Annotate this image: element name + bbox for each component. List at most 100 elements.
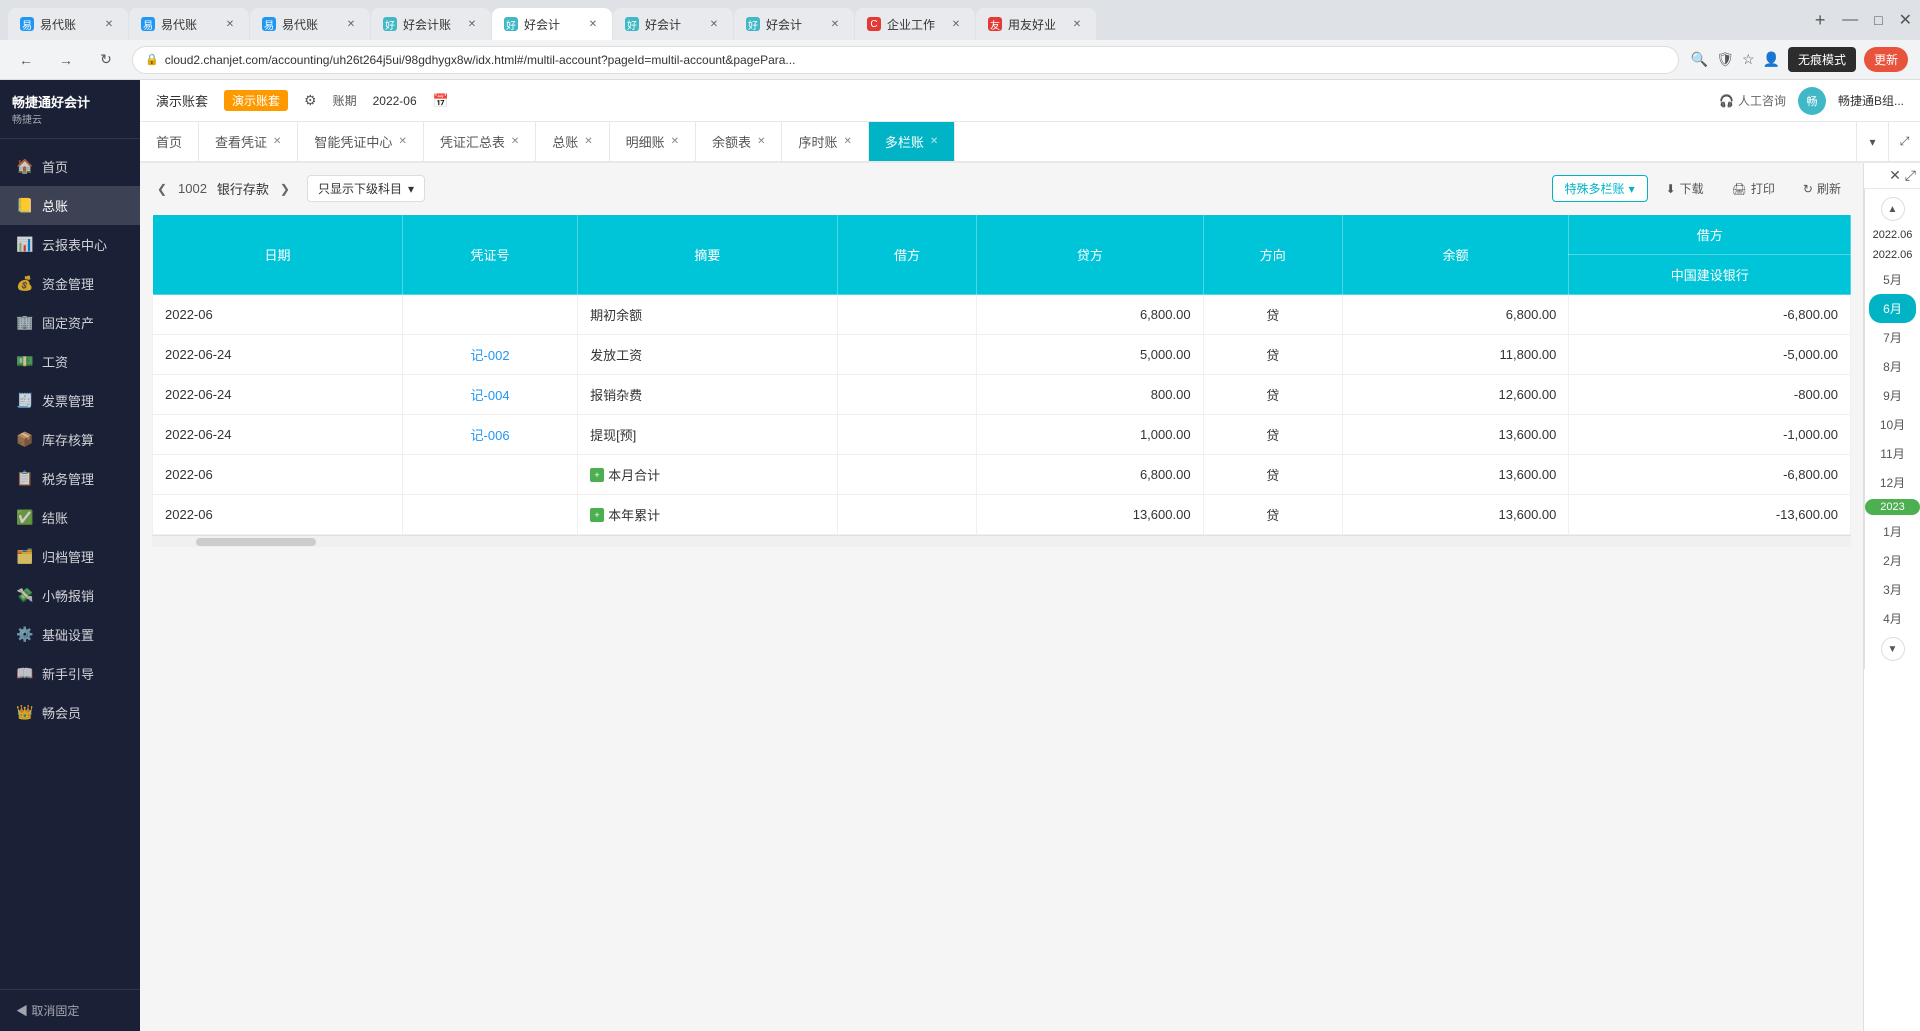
browser-tab-8[interactable]: C 企业工作 ✕ <box>855 8 975 40</box>
sidebar-item-tax[interactable]: 📋 税务管理 <box>0 459 140 498</box>
tabs-overflow-button[interactable]: ▾ <box>1856 122 1888 162</box>
nav-tab-close-smart[interactable]: ✕ <box>398 136 406 147</box>
sidebar-item-settings[interactable]: ⚙️ 基础设置 <box>0 615 140 654</box>
sidebar-item-expense[interactable]: 💸 小畅报销 <box>0 576 140 615</box>
special-multiledger-button[interactable]: 特殊多栏账 ▾ <box>1552 175 1648 202</box>
tab-close-button[interactable]: ✕ <box>223 17 237 31</box>
tab-close-button[interactable]: ✕ <box>344 17 358 31</box>
minimize-button[interactable]: — <box>1842 11 1858 29</box>
unpin-button[interactable]: ◀ 取消固定 <box>0 989 140 1031</box>
nav-tab-close-balance[interactable]: ✕ <box>757 136 765 147</box>
update-button[interactable]: 更新 <box>1864 47 1908 72</box>
browser-tab-5[interactable]: 好 好会计 ✕ <box>492 8 612 40</box>
browser-tab-1[interactable]: 易 易代账 ✕ <box>8 8 128 40</box>
sidebar-item-guide[interactable]: 📖 新手引导 <box>0 654 140 693</box>
print-button[interactable]: 🖨 打印 <box>1722 176 1785 201</box>
tab-close-button[interactable]: ✕ <box>1070 17 1084 31</box>
tab-close-button[interactable]: ✕ <box>828 17 842 31</box>
nav-tab-smart[interactable]: 智能凭证中心✕ <box>298 122 423 162</box>
period-value[interactable]: 2022-06 <box>373 94 417 108</box>
sidebar-item-home[interactable]: 🏠 首页 <box>0 147 140 186</box>
maximize-button[interactable]: □ <box>1874 12 1882 28</box>
tab-close-button[interactable]: ✕ <box>707 17 721 31</box>
download-button[interactable]: ⬇ 下载 <box>1656 176 1714 201</box>
browser-tab-6[interactable]: 好 好会计 ✕ <box>613 8 733 40</box>
nav-tab-general[interactable]: 总账✕ <box>536 122 609 162</box>
sidebar-item-vip[interactable]: 👑 畅会员 <box>0 693 140 732</box>
next-account-button[interactable]: ❯ <box>275 179 295 199</box>
nav-tab-journal[interactable]: 序时账✕ <box>782 122 868 162</box>
cell-voucher[interactable]: 记-004 <box>403 375 578 415</box>
star-icon[interactable]: ☆ <box>1742 51 1755 68</box>
sidebar-item-inventory[interactable]: 📦 库存核算 <box>0 420 140 459</box>
timeline-month-9[interactable]: 9月 <box>1865 381 1920 410</box>
timeline-month-12[interactable]: 12月 <box>1865 468 1920 497</box>
timeline-month-7[interactable]: 7月 <box>1865 323 1920 352</box>
nav-tab-multi[interactable]: 多栏账✕ <box>869 122 955 162</box>
sidebar-item-archive[interactable]: 🗂️ 归档管理 <box>0 537 140 576</box>
cell-voucher[interactable]: 记-002 <box>403 335 578 375</box>
calendar-icon[interactable]: 📅 <box>433 93 449 109</box>
forward-button[interactable]: → <box>52 46 80 74</box>
nav-tab-summary[interactable]: 凭证汇总表✕ <box>424 122 536 162</box>
consult-button[interactable]: 🎧 人工咨询 <box>1719 92 1786 109</box>
new-tab-button[interactable]: + <box>1806 6 1834 34</box>
browser-tab-3[interactable]: 易 易代账 ✕ <box>250 8 370 40</box>
timeline-month-5[interactable]: 5月 <box>1865 265 1920 294</box>
user-avatar[interactable]: 畅 <box>1798 87 1826 115</box>
close-button[interactable]: ✕ <box>1899 10 1912 30</box>
nav-tab-close-detail[interactable]: ✕ <box>671 136 679 147</box>
sidebar-item-ledger[interactable]: 📒 总账 <box>0 186 140 225</box>
sidebar-item-funds[interactable]: 💰 资金管理 <box>0 264 140 303</box>
nav-tab-vouchers[interactable]: 查看凭证✕ <box>199 122 298 162</box>
timeline-month-8[interactable]: 8月 <box>1865 352 1920 381</box>
voucher-link[interactable]: 记-002 <box>471 348 510 363</box>
refresh-button[interactable]: ↻ 刷新 <box>1793 176 1851 201</box>
sidebar-item-close[interactable]: ✅ 结账 <box>0 498 140 537</box>
nav-tab-close-vouchers[interactable]: ✕ <box>273 136 281 147</box>
timeline-month-2023-2[interactable]: 2月 <box>1865 546 1920 575</box>
timeline-month-2023-3[interactable]: 3月 <box>1865 575 1920 604</box>
browser-tab-4[interactable]: 好 好会计账 ✕ <box>371 8 491 40</box>
timeline-up-button[interactable]: ▲ <box>1881 197 1905 221</box>
cell-voucher[interactable]: 记-006 <box>403 415 578 455</box>
timeline-month-10[interactable]: 10月 <box>1865 410 1920 439</box>
nav-tab-close-general[interactable]: ✕ <box>584 136 592 147</box>
scroll-thumb[interactable] <box>196 538 316 546</box>
browser-tab-2[interactable]: 易 易代账 ✕ <box>129 8 249 40</box>
tabs-restore-button[interactable]: ⤢ <box>1888 122 1920 162</box>
nav-tab-close-summary[interactable]: ✕ <box>511 136 519 147</box>
voucher-link[interactable]: 记-004 <box>471 388 510 403</box>
tab-close-button[interactable]: ✕ <box>102 17 116 31</box>
url-input[interactable]: 🔒 cloud2.chanjet.com/accounting/uh26t264… <box>132 46 1679 74</box>
wuhen-mode-button[interactable]: 无痕模式 <box>1788 47 1856 72</box>
search-icon[interactable]: 🔍 <box>1691 51 1708 68</box>
timeline-month-2023-4[interactable]: 4月 <box>1865 604 1920 633</box>
close-panel-button[interactable]: ✕ <box>1889 167 1901 184</box>
sidebar-item-invoice[interactable]: 🧾 发票管理 <box>0 381 140 420</box>
settings-icon[interactable]: ⚙ <box>304 92 317 109</box>
tab-close-button[interactable]: ✕ <box>465 17 479 31</box>
sidebar-item-reports[interactable]: 📊 云报表中心 <box>0 225 140 264</box>
sidebar-item-assets[interactable]: 🏢 固定资产 <box>0 303 140 342</box>
filter-select[interactable]: 只显示下级科目 ▾ <box>307 175 425 202</box>
tab-close-button[interactable]: ✕ <box>949 17 963 31</box>
timeline-month-6[interactable]: 6月 <box>1869 294 1916 323</box>
tab-close-button[interactable]: ✕ <box>586 17 600 31</box>
shield-icon[interactable]: 🛡 <box>1716 51 1734 68</box>
sidebar-item-salary[interactable]: 💵 工资 <box>0 342 140 381</box>
expand-panel-button[interactable]: ⤢ <box>1905 167 1916 184</box>
timeline-month-11[interactable]: 11月 <box>1865 439 1920 468</box>
nav-tab-home[interactable]: 首页 <box>140 122 199 162</box>
nav-tab-balance[interactable]: 余额表✕ <box>696 122 782 162</box>
reload-button[interactable]: ↻ <box>92 46 120 74</box>
browser-tab-9[interactable]: 友 用友好业 ✕ <box>976 8 1096 40</box>
voucher-link[interactable]: 记-006 <box>471 428 510 443</box>
timeline-month-2023-1[interactable]: 1月 <box>1865 517 1920 546</box>
nav-tab-detail[interactable]: 明细账✕ <box>610 122 696 162</box>
profile-icon[interactable]: 👤 <box>1763 51 1780 68</box>
back-button[interactable]: ← <box>12 46 40 74</box>
horizontal-scrollbar[interactable] <box>152 535 1851 547</box>
timeline-down-button[interactable]: ▼ <box>1881 637 1905 661</box>
browser-tab-7[interactable]: 好 好会计 ✕ <box>734 8 854 40</box>
